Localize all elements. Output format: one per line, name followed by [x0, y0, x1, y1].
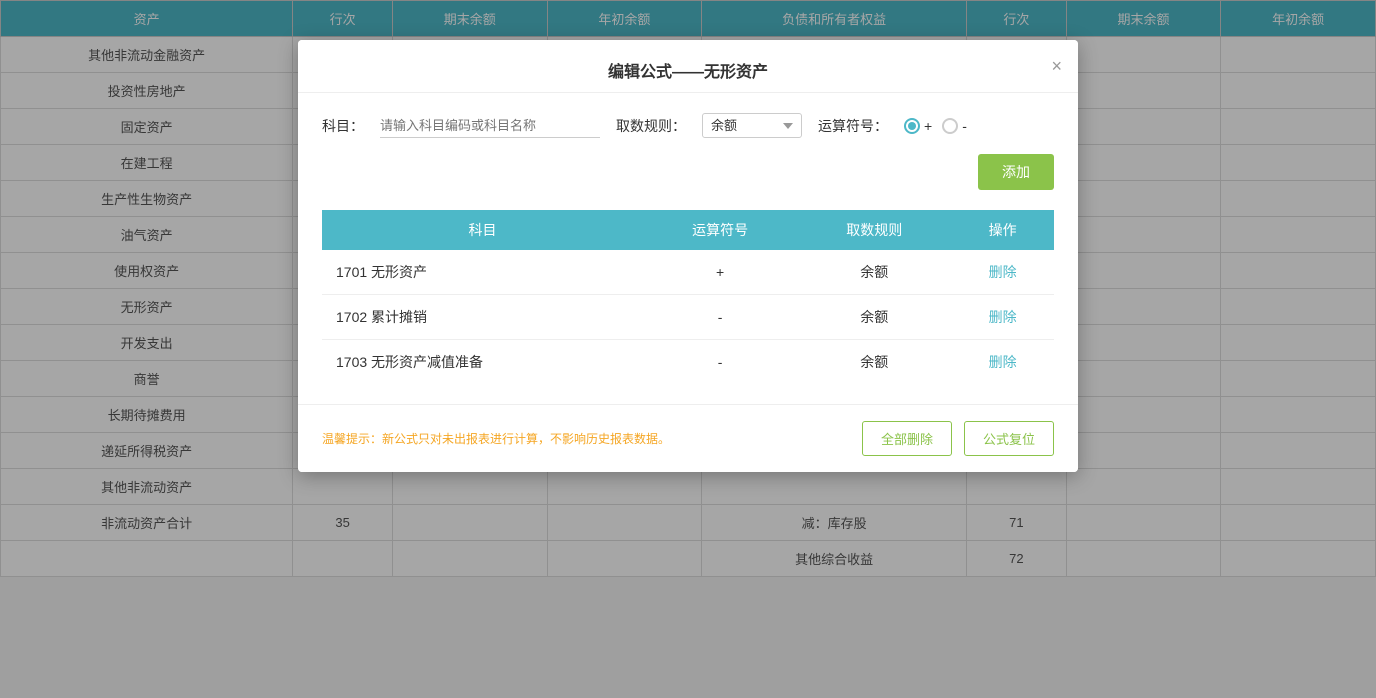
table-header-row: 科目 运算符号 取数规则 操作 — [322, 210, 1054, 250]
delete-link[interactable]: 删除 — [989, 264, 1017, 280]
table-row: 1701 无形资产+余额删除 — [322, 250, 1054, 295]
col-subject: 科目 — [322, 210, 643, 250]
page-wrapper: 资产 行次 期末余额 年初余额 负债和所有者权益 行次 期末余额 年初余额 其他… — [0, 0, 1376, 698]
col-action: 操作 — [951, 210, 1054, 250]
table-row: 1703 无形资产减值准备-余额删除 — [322, 340, 1054, 385]
radio-plus-circle — [904, 118, 920, 134]
radio-minus[interactable]: - — [942, 118, 967, 134]
modal-header: 编辑公式——无形资产 × — [298, 40, 1078, 93]
rule-label: 取数规则： — [616, 116, 686, 136]
modal-close-button[interactable]: × — [1051, 57, 1062, 75]
rule-select[interactable]: 余额 借方 贷方 借方发生额 贷方发生额 — [702, 113, 802, 138]
footer-buttons: 全部删除 公式复位 — [862, 421, 1054, 456]
reset-formula-button[interactable]: 公式复位 — [964, 421, 1054, 456]
modal-footer: 温馨提示：新公式只对未出报表进行计算，不影响历史报表数据。 全部删除 公式复位 — [298, 404, 1078, 472]
delete-link[interactable]: 删除 — [989, 354, 1017, 370]
add-button[interactable]: 添加 — [978, 154, 1054, 190]
modal-dialog: 编辑公式——无形资产 × 科目： 取数规则： 余额 借方 贷方 借方发生额 — [298, 40, 1078, 472]
radio-plus-label: + — [924, 118, 932, 134]
modal-title: 编辑公式——无形资产 — [608, 58, 768, 82]
radio-plus[interactable]: + — [904, 118, 932, 134]
col-rule: 取数规则 — [797, 210, 951, 250]
radio-minus-label: - — [962, 118, 967, 134]
data-table: 科目 运算符号 取数规则 操作 1701 无形资产+余额删除1702 累计摊销-… — [322, 210, 1054, 384]
delete-link[interactable]: 删除 — [989, 309, 1017, 325]
modal-body: 科目： 取数规则： 余额 借方 贷方 借方发生额 贷方发生额 运算符号： — [298, 93, 1078, 404]
subject-input[interactable] — [380, 114, 600, 138]
rule-select-wrap: 余额 借方 贷方 借方发生额 贷方发生额 — [702, 113, 802, 138]
modal-overlay: 编辑公式——无形资产 × 科目： 取数规则： 余额 借方 贷方 借方发生额 — [0, 0, 1376, 698]
delete-all-button[interactable]: 全部删除 — [862, 421, 952, 456]
table-row: 1702 累计摊销-余额删除 — [322, 295, 1054, 340]
form-row: 科目： 取数规则： 余额 借方 贷方 借方发生额 贷方发生额 运算符号： — [322, 113, 1054, 190]
col-operator: 运算符号 — [643, 210, 797, 250]
footer-tip: 温馨提示：新公式只对未出报表进行计算，不影响历史报表数据。 — [322, 430, 670, 447]
operator-label: 运算符号： — [818, 116, 888, 136]
operator-radio-group: + - — [904, 118, 967, 134]
radio-minus-circle — [942, 118, 958, 134]
subject-label: 科目： — [322, 116, 364, 136]
